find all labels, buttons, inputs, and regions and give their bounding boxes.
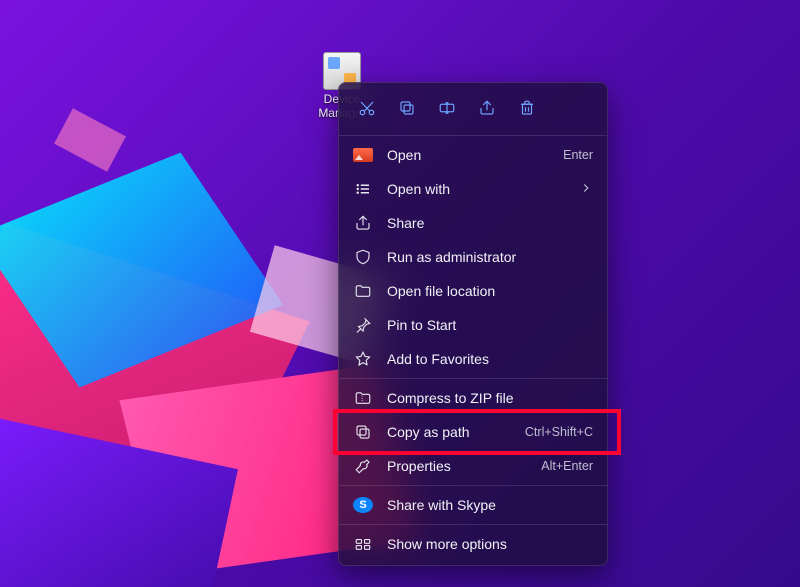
- zip-icon: [353, 388, 373, 408]
- cut-icon: [358, 99, 376, 120]
- menu-item-favorites[interactable]: Add to Favorites: [339, 342, 607, 376]
- cut-button[interactable]: [349, 93, 385, 125]
- menu-label: Run as administrator: [387, 249, 593, 265]
- menu-label: Show more options: [387, 536, 593, 552]
- share-button[interactable]: [469, 93, 505, 125]
- separator: [339, 378, 607, 379]
- menu-item-share-skype[interactable]: S Share with Skype: [339, 488, 607, 522]
- skype-icon: S: [353, 497, 373, 513]
- menu-label: Open file location: [387, 283, 593, 299]
- share-icon: [478, 99, 496, 120]
- menu-item-copy-path[interactable]: Copy as path Ctrl+Shift+C: [339, 415, 607, 449]
- open-icon: [353, 148, 373, 162]
- menu-item-run-admin[interactable]: Run as administrator: [339, 240, 607, 274]
- menu-item-more-options[interactable]: Show more options: [339, 527, 607, 561]
- open-with-icon: [353, 179, 373, 199]
- delete-icon: [518, 99, 536, 120]
- menu-label: Properties: [387, 458, 533, 474]
- pin-icon: [353, 315, 373, 335]
- menu-label: Share with Skype: [387, 497, 593, 513]
- quick-actions-row: [339, 87, 607, 133]
- menu-label: Copy as path: [387, 424, 517, 440]
- wrench-icon: [353, 456, 373, 476]
- rename-icon: [438, 99, 456, 120]
- menu-item-open-with[interactable]: Open with: [339, 172, 607, 206]
- menu-item-open-location[interactable]: Open file location: [339, 274, 607, 308]
- rename-button[interactable]: [429, 93, 465, 125]
- shield-icon: [353, 247, 373, 267]
- copy-icon: [398, 99, 416, 120]
- menu-item-pin-start[interactable]: Pin to Start: [339, 308, 607, 342]
- copy-path-icon: [353, 422, 373, 442]
- separator: [339, 485, 607, 486]
- more-icon: [353, 534, 373, 554]
- separator: [339, 135, 607, 136]
- menu-label: Pin to Start: [387, 317, 593, 333]
- menu-accel: Ctrl+Shift+C: [517, 425, 593, 439]
- menu-item-compress-zip[interactable]: Compress to ZIP file: [339, 381, 607, 415]
- menu-label: Open with: [387, 181, 579, 197]
- menu-item-share[interactable]: Share: [339, 206, 607, 240]
- menu-item-open[interactable]: Open Enter: [339, 138, 607, 172]
- menu-accel: Enter: [555, 148, 593, 162]
- copy-button[interactable]: [389, 93, 425, 125]
- separator: [339, 524, 607, 525]
- folder-icon: [353, 281, 373, 301]
- delete-button[interactable]: [509, 93, 545, 125]
- chevron-right-icon: [579, 181, 593, 198]
- star-icon: [353, 349, 373, 369]
- context-menu: Open Enter Open with Share Run as admini…: [338, 82, 608, 566]
- menu-label: Open: [387, 147, 555, 163]
- menu-accel: Alt+Enter: [533, 459, 593, 473]
- share-item-icon: [353, 213, 373, 233]
- menu-item-properties[interactable]: Properties Alt+Enter: [339, 449, 607, 483]
- menu-label: Compress to ZIP file: [387, 390, 593, 406]
- menu-label: Add to Favorites: [387, 351, 593, 367]
- menu-label: Share: [387, 215, 593, 231]
